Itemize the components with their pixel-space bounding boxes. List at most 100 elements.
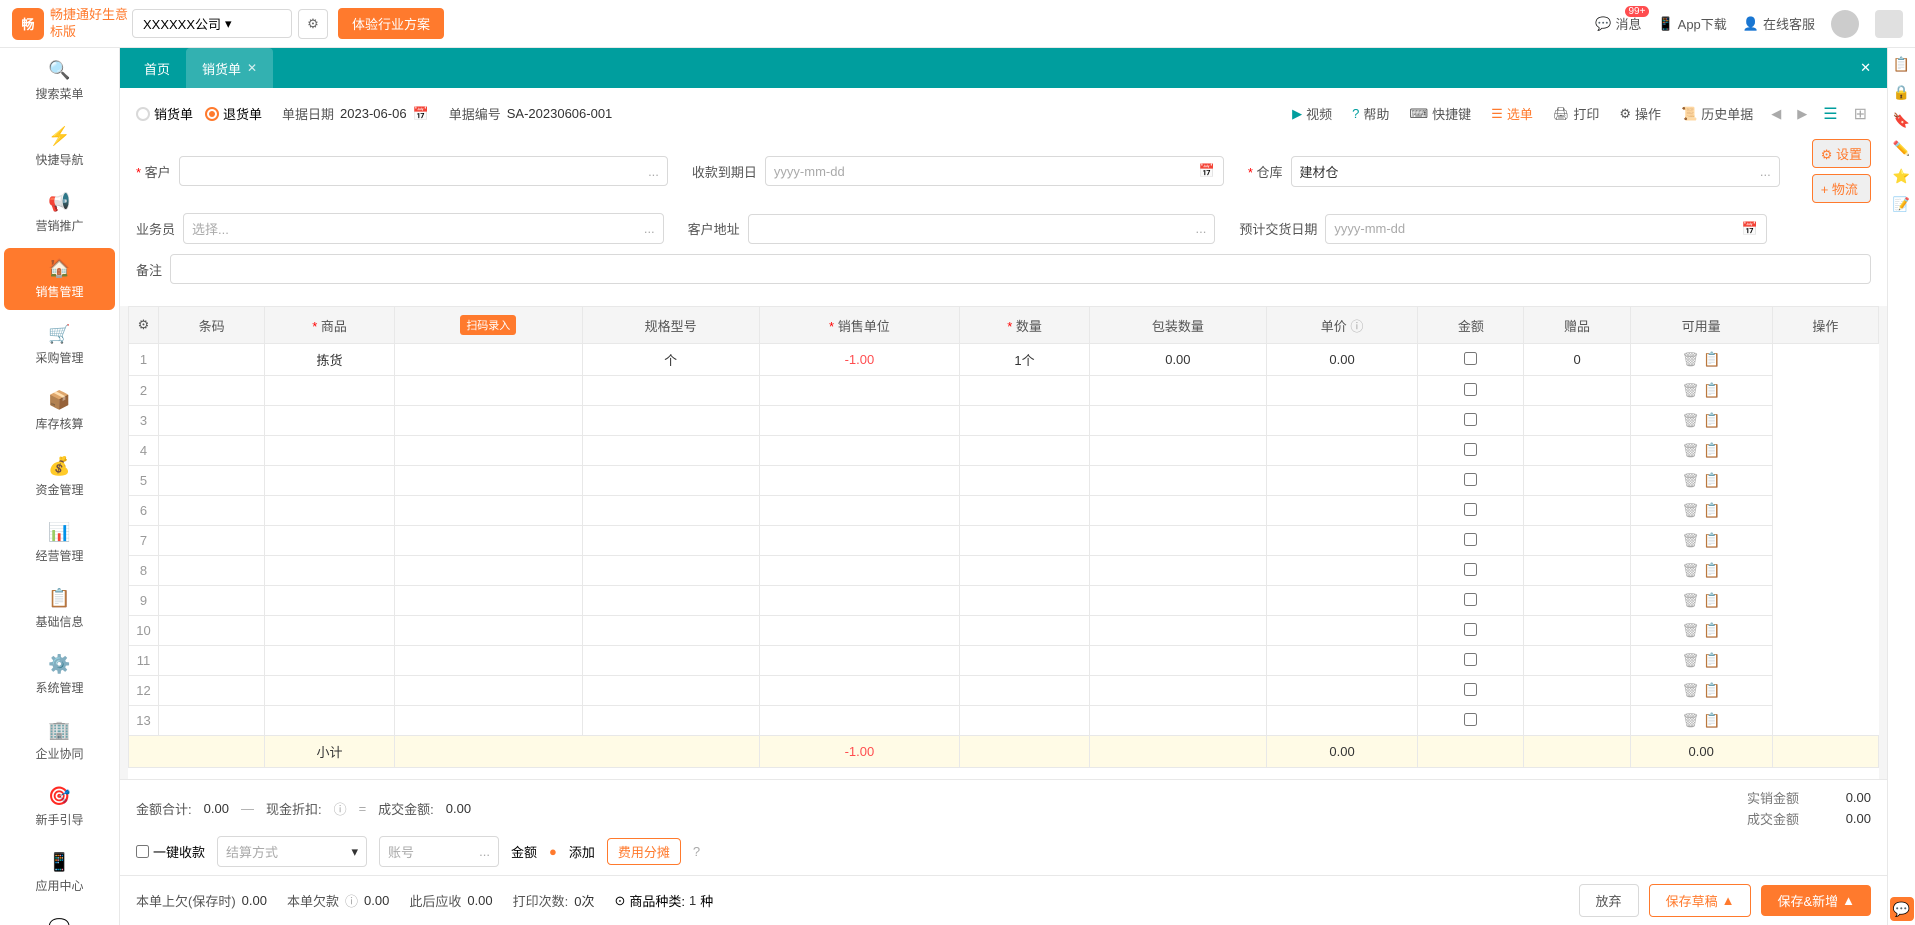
copy-icon[interactable]: 📋: [1703, 652, 1720, 669]
sidebar-item-sales[interactable]: 🏠 销售管理: [4, 248, 115, 310]
warehouse-input[interactable]: 建材仓 ...: [1291, 156, 1780, 187]
toolbar-video[interactable]: ▶ 视频: [1286, 100, 1338, 127]
delete-icon[interactable]: 🗑: [1682, 502, 1700, 519]
th-scan[interactable]: 扫码录入: [394, 307, 582, 344]
sidebar-item-wechat[interactable]: 💬 企业微信: [4, 908, 115, 925]
row-unit-1[interactable]: 个: [582, 344, 759, 376]
delete-icon[interactable]: 🗑: [1682, 382, 1700, 399]
tab-home[interactable]: 首页: [128, 48, 186, 88]
copy-icon[interactable]: 📋: [1703, 382, 1720, 399]
tab-sales-order[interactable]: 销货单 ✕: [186, 48, 273, 88]
toolbar-help[interactable]: ? 帮助: [1346, 100, 1395, 127]
user-avatar[interactable]: [1831, 10, 1859, 38]
trial-button[interactable]: 体验行业方案: [338, 8, 444, 39]
sidebar-item-guide[interactable]: 🎯 新手引导: [4, 776, 115, 838]
toolbar-shortcut[interactable]: ⌨ 快捷键: [1403, 100, 1477, 127]
logistics-button[interactable]: + 物流: [1812, 174, 1871, 203]
copy-icon[interactable]: 📋: [1703, 532, 1720, 549]
right-panel-btn-2[interactable]: 🔒: [1890, 80, 1914, 104]
copy-icon[interactable]: 📋: [1703, 592, 1720, 609]
delete-icon[interactable]: 🗑: [1682, 622, 1700, 639]
row-amount-1[interactable]: 0.00: [1266, 344, 1417, 376]
copy-icon[interactable]: 📋: [1703, 682, 1720, 699]
copy-icon[interactable]: 📋: [1703, 712, 1720, 729]
cash-discount-info-icon[interactable]: ⓘ: [334, 799, 347, 818]
toolbar-history[interactable]: 📜 历史单据: [1675, 100, 1759, 127]
sidebar-item-operations[interactable]: 📊 经营管理: [4, 512, 115, 574]
delete-icon[interactable]: 🗑: [1682, 351, 1700, 368]
right-panel-btn-1[interactable]: 📋: [1890, 52, 1914, 76]
delete-icon[interactable]: 🗑: [1682, 472, 1700, 489]
expense-info-icon[interactable]: ?: [693, 844, 700, 859]
row-qty-1[interactable]: -1.00: [759, 344, 960, 376]
list-view-icon[interactable]: ☰: [1823, 104, 1837, 124]
app-download-button[interactable]: 📱 App下载: [1657, 14, 1726, 33]
sidebar-item-marketing[interactable]: 📢 营销推广: [4, 182, 115, 244]
save-new-button[interactable]: 保存&新增 ▲: [1761, 885, 1871, 916]
th-settings[interactable]: ⚙: [129, 307, 159, 344]
one-click-checkbox[interactable]: [136, 845, 149, 858]
salesperson-input[interactable]: 选择... ...: [183, 213, 664, 244]
one-click-payment[interactable]: 一键收款: [136, 842, 205, 861]
copy-icon[interactable]: 📋: [1703, 472, 1720, 489]
delete-icon[interactable]: 🗑: [1682, 592, 1700, 609]
delete-icon[interactable]: 🗑: [1682, 442, 1700, 459]
tab-close-icon[interactable]: ✕: [247, 61, 257, 75]
sidebar-item-quick-nav[interactable]: ⚡ 快捷导航: [4, 116, 115, 178]
company-selector[interactable]: XXXXXX公司 ▾: [132, 9, 292, 38]
row-pack-qty-1[interactable]: 1个: [960, 344, 1090, 376]
online-service-button[interactable]: 👤 在线客服: [1743, 14, 1815, 33]
nav-next-icon[interactable]: ▶: [1797, 106, 1807, 122]
right-panel-btn-4[interactable]: ✏️: [1890, 136, 1914, 160]
delete-icon[interactable]: 🗑: [1682, 532, 1700, 549]
expense-split-button[interactable]: 费用分摊: [607, 838, 681, 865]
save-draft-button[interactable]: 保存草稿 ▲: [1649, 884, 1752, 917]
nav-prev-icon[interactable]: ◀: [1771, 106, 1781, 122]
delete-icon[interactable]: 🗑: [1682, 652, 1700, 669]
delete-icon[interactable]: 🗑: [1682, 562, 1700, 579]
sidebar-item-inventory[interactable]: 📦 库存核算: [4, 380, 115, 442]
message-button[interactable]: 💬 消息 99+: [1595, 14, 1641, 33]
discard-button[interactable]: 放弃: [1579, 884, 1639, 917]
delivery-date-input[interactable]: yyyy-mm-dd 📅: [1325, 214, 1767, 244]
sidebar-item-appstore[interactable]: 📱 应用中心: [4, 842, 115, 904]
product-type-radio[interactable]: ⊙: [615, 893, 626, 909]
row-price-1[interactable]: 0.00: [1089, 344, 1266, 376]
sidebar-item-enterprise[interactable]: 🏢 企业协同: [4, 710, 115, 772]
sidebar-item-finance[interactable]: 💰 资金管理: [4, 446, 115, 508]
grid-view-icon[interactable]: ⊞: [1854, 104, 1867, 124]
sidebar-item-system[interactable]: ⚙️ 系统管理: [4, 644, 115, 706]
price-info-icon[interactable]: ⓘ: [1350, 319, 1363, 334]
right-panel-btn-6[interactable]: 📝: [1890, 192, 1914, 216]
copy-icon[interactable]: 📋: [1703, 412, 1720, 429]
close-tab-button[interactable]: ✕: [1852, 60, 1879, 76]
sidebar-item-base[interactable]: 📋 基础信息: [4, 578, 115, 640]
copy-icon[interactable]: 📋: [1703, 622, 1720, 639]
scan-button[interactable]: 扫码录入: [460, 315, 516, 335]
radio-return[interactable]: 退货单: [205, 104, 262, 123]
add-amount-icon[interactable]: ●: [549, 844, 557, 859]
toolbar-print[interactable]: 🖨 打印: [1547, 100, 1606, 127]
copy-icon[interactable]: 📋: [1703, 351, 1720, 368]
account-input[interactable]: 账号 ...: [379, 836, 499, 867]
delete-icon[interactable]: 🗑: [1682, 712, 1700, 729]
sidebar-item-search[interactable]: 🔍 搜索菜单: [4, 50, 115, 112]
delete-icon[interactable]: 🗑: [1682, 412, 1700, 429]
copy-icon[interactable]: 📋: [1703, 502, 1720, 519]
customer-address-input[interactable]: ...: [748, 214, 1216, 244]
user-menu[interactable]: [1875, 10, 1903, 38]
calendar-icon[interactable]: 📅: [413, 106, 429, 122]
due-date-input[interactable]: yyyy-mm-dd 📅: [765, 156, 1224, 186]
right-panel-btn-orange[interactable]: 💬: [1890, 897, 1914, 921]
right-panel-btn-5[interactable]: ⭐: [1890, 164, 1914, 188]
notes-input[interactable]: [170, 254, 1871, 284]
owed-info-icon[interactable]: ⓘ: [345, 891, 358, 910]
toolbar-select[interactable]: ☰ 选单: [1485, 100, 1539, 127]
radio-sales[interactable]: 销货单: [136, 104, 193, 123]
customer-input[interactable]: ...: [179, 156, 668, 186]
delete-icon[interactable]: 🗑: [1682, 682, 1700, 699]
toolbar-operate[interactable]: ⚙ 操作: [1613, 100, 1667, 127]
row-barcode-1[interactable]: [159, 344, 265, 376]
settlement-method-input[interactable]: 结算方式 ▾: [217, 836, 367, 867]
copy-icon[interactable]: 📋: [1703, 442, 1720, 459]
